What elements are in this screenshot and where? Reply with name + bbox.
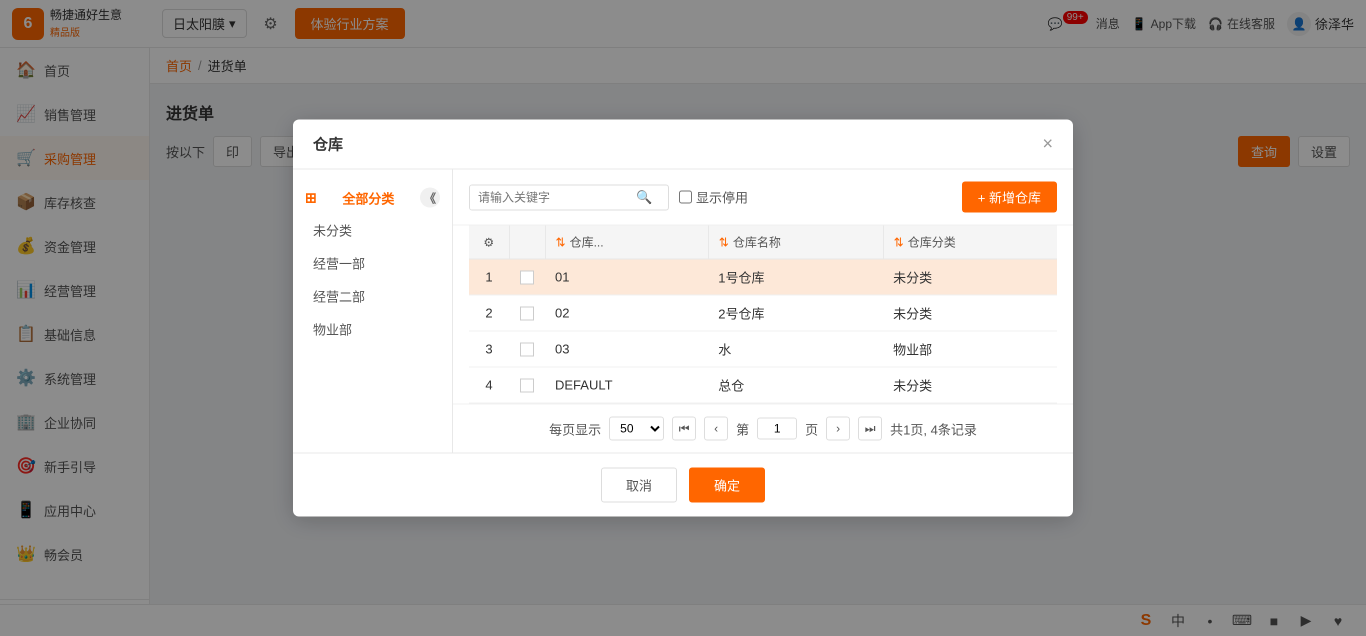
sort-header-name: ⇅ 仓库名称 [719, 234, 873, 251]
row-name-3: 总仓 [708, 367, 883, 403]
row-index-1: 2 [485, 306, 492, 321]
col-header-gear: ⚙ [469, 226, 509, 260]
row-code-3: DEFAULT [545, 367, 708, 403]
row-checkbox-cell-2 [509, 331, 545, 367]
all-category-label: 全部分类 [342, 188, 394, 207]
row-code-1: 02 [545, 295, 708, 331]
per-page-select[interactable]: 50 20 100 [609, 417, 664, 441]
category-label-0: 未分类 [313, 224, 352, 239]
sort-icon-code: ⇅ [556, 235, 566, 249]
table-head: ⚙ ⇅ 仓库... ⇅ 仓库名称 [469, 226, 1057, 260]
row-index-0: 1 [485, 270, 492, 285]
confirm-button[interactable]: 确定 [689, 468, 765, 503]
table-header-row: ⚙ ⇅ 仓库... ⇅ 仓库名称 [469, 226, 1057, 260]
row-gear-0[interactable]: 1 [469, 259, 509, 295]
next-page-button[interactable]: › [826, 417, 850, 441]
modal-footer: 取消 确定 [293, 453, 1073, 517]
show-disabled-toggle[interactable]: 显示停用 [679, 188, 748, 207]
col-label-name: 仓库名称 [733, 234, 781, 251]
category-label-3: 物业部 [313, 323, 352, 338]
col-header-checkbox [509, 226, 545, 260]
row-gear-3[interactable]: 4 [469, 367, 509, 403]
last-page-button[interactable]: ⏭ [858, 417, 882, 441]
row-index-2: 3 [485, 342, 492, 357]
table-row[interactable]: 3 03 水 物业部 [469, 331, 1057, 367]
pagination-bar: 每页显示 50 20 100 ⏮ ‹ 第 页 › ⏭ 共1页, 4条记录 [453, 404, 1073, 453]
category-item-unclassified[interactable]: 未分类 [293, 214, 452, 247]
row-checkbox-0[interactable] [520, 270, 534, 284]
add-warehouse-button[interactable]: + 新增仓库 [962, 182, 1057, 213]
show-disabled-label: 显示停用 [696, 188, 748, 207]
table-row[interactable]: 2 02 2号仓库 未分类 [469, 295, 1057, 331]
category-label-2: 经营二部 [313, 290, 365, 305]
row-name-1: 2号仓库 [708, 295, 883, 331]
sort-header-code: ⇅ 仓库... [556, 234, 698, 251]
col-header-code[interactable]: ⇅ 仓库... [545, 226, 708, 260]
col-header-category[interactable]: ⇅ 仓库分类 [883, 226, 1057, 260]
col-label-category: 仓库分类 [908, 234, 956, 251]
grid-icon: ⊞ [305, 189, 317, 206]
page-number-input[interactable] [757, 418, 797, 440]
col-label-code: 仓库... [570, 234, 604, 251]
warehouse-modal: 仓库 × ⊞ 全部分类 《 未分类 经营一部 经营二部 物业部 [293, 120, 1073, 517]
per-page-label: 每页显示 [549, 419, 601, 438]
category-label-1: 经营一部 [313, 257, 365, 272]
row-category-3: 未分类 [883, 367, 1057, 403]
modal-title: 仓库 [313, 134, 343, 155]
collapse-button[interactable]: 《 [420, 188, 440, 208]
page-unit: 页 [805, 419, 818, 438]
row-checkbox-3[interactable] [520, 378, 534, 392]
row-checkbox-cell-1 [509, 295, 545, 331]
row-category-1: 未分类 [883, 295, 1057, 331]
category-panel: ⊞ 全部分类 《 未分类 经营一部 经营二部 物业部 [293, 170, 453, 453]
category-item-dept2[interactable]: 经营二部 [293, 280, 452, 313]
row-name-2: 水 [708, 331, 883, 367]
search-bar: 🔍 显示停用 + 新增仓库 [453, 170, 1073, 226]
table-row[interactable]: 1 01 1号仓库 未分类 [469, 259, 1057, 295]
row-gear-2[interactable]: 3 [469, 331, 509, 367]
show-disabled-checkbox[interactable] [679, 191, 692, 204]
col-header-name[interactable]: ⇅ 仓库名称 [708, 226, 883, 260]
content-panel: 🔍 显示停用 + 新增仓库 ⚙ [453, 170, 1073, 453]
row-checkbox-cell-0 [509, 259, 545, 295]
sort-icon-category: ⇅ [894, 235, 904, 249]
modal-header: 仓库 × [293, 120, 1073, 170]
page-label: 第 [736, 419, 749, 438]
table-row[interactable]: 4 DEFAULT 总仓 未分类 [469, 367, 1057, 403]
category-item-dept1[interactable]: 经营一部 [293, 247, 452, 280]
sort-header-category: ⇅ 仓库分类 [894, 234, 1047, 251]
modal-body: ⊞ 全部分类 《 未分类 经营一部 经营二部 物业部 🔍 [293, 170, 1073, 453]
row-gear-1[interactable]: 2 [469, 295, 509, 331]
search-input-wrap: 🔍 [469, 184, 669, 210]
table-body: 1 01 1号仓库 未分类 2 02 2号仓库 未分类 3 03 水 物业部 4 [469, 259, 1057, 403]
row-category-0: 未分类 [883, 259, 1057, 295]
row-checkbox-2[interactable] [520, 342, 534, 356]
table-wrap: ⚙ ⇅ 仓库... ⇅ 仓库名称 [453, 226, 1073, 404]
row-name-0: 1号仓库 [708, 259, 883, 295]
all-category-header[interactable]: ⊞ 全部分类 《 [293, 182, 452, 214]
row-code-0: 01 [545, 259, 708, 295]
search-input[interactable] [470, 185, 630, 209]
prev-page-button[interactable]: ‹ [704, 417, 728, 441]
row-checkbox-cell-3 [509, 367, 545, 403]
category-item-property[interactable]: 物业部 [293, 313, 452, 346]
sort-icon-name: ⇅ [719, 235, 729, 249]
warehouse-table: ⚙ ⇅ 仓库... ⇅ 仓库名称 [469, 226, 1057, 404]
row-category-2: 物业部 [883, 331, 1057, 367]
row-code-2: 03 [545, 331, 708, 367]
modal-close-button[interactable]: × [1042, 134, 1053, 155]
cancel-button[interactable]: 取消 [601, 468, 677, 503]
search-icon[interactable]: 🔍 [630, 189, 658, 205]
row-checkbox-1[interactable] [520, 306, 534, 320]
row-index-3: 4 [485, 378, 492, 393]
total-info: 共1页, 4条记录 [890, 419, 977, 438]
first-page-button[interactable]: ⏮ [672, 417, 696, 441]
